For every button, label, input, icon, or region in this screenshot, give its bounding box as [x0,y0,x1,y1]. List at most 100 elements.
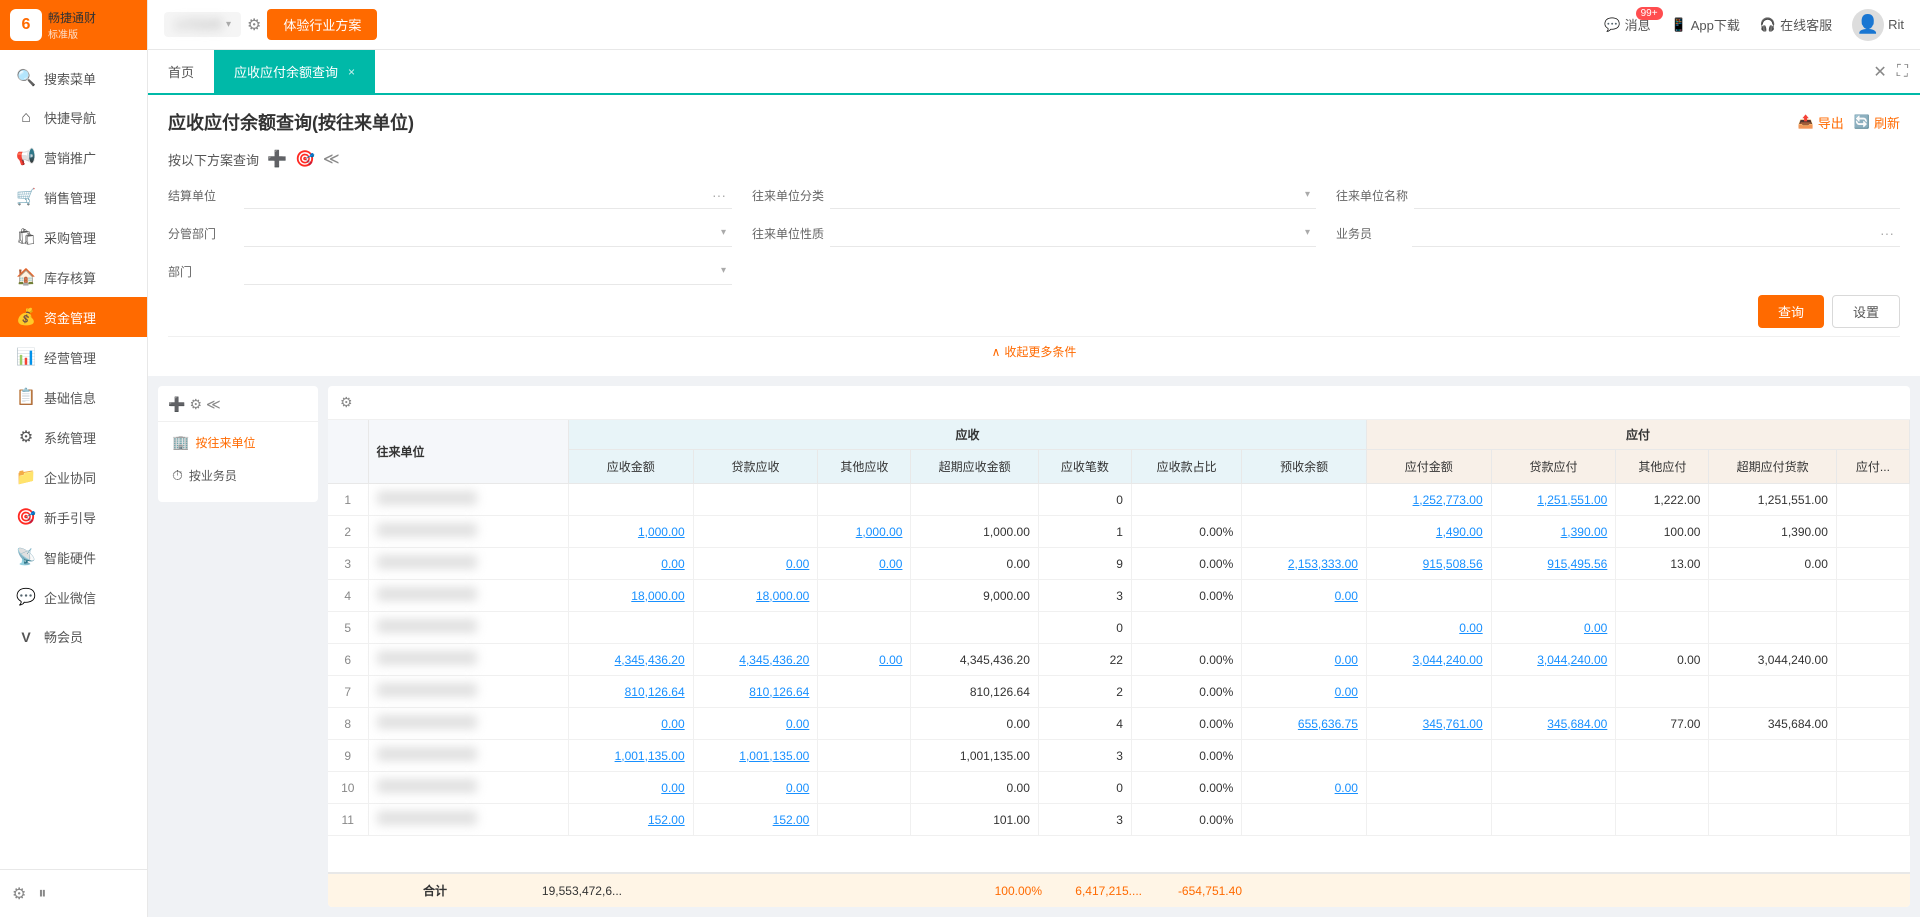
branch-dept-select[interactable]: ▾ [244,219,732,247]
notification-button[interactable]: 💬 消息 99+ [1604,15,1650,34]
promo-button[interactable]: 体验行业方案 [267,9,377,40]
query-button[interactable]: 查询 [1758,295,1824,328]
sidebar-item-finance[interactable]: 💰 资金管理 [0,297,147,337]
collapse-footer-icon[interactable]: ⏸ [38,885,46,903]
dots-icon: ··· [712,187,726,203]
sidebar-footer: ⚙ ⏸ [0,869,147,917]
partner-name-cell [368,644,568,676]
table-row: 100.000.000.0000.00%0.00 [328,772,1910,804]
gear-icon[interactable]: ⚙ [247,15,261,35]
filter-header: ➕ ⚙ ≪ [158,396,318,422]
th-ap-overdue: 超期应付货款 [1709,450,1836,484]
search-top-row: 按以下方案查询 ➕ 🎯 ≪ [168,149,1900,169]
sidebar-item-vip[interactable]: V 畅会员 [0,617,147,656]
enterprise-wx-icon: 💬 [16,587,36,607]
message-icon: 💬 [1604,17,1620,33]
sidebar-item-search-menu[interactable]: 🔍 搜索菜单 [0,58,147,98]
sidebar-item-operations[interactable]: 📊 经营管理 [0,337,147,377]
sidebar-item-enterprise[interactable]: 📁 企业协同 [0,457,147,497]
sidebar-item-system[interactable]: ⚙ 系统管理 [0,417,147,457]
table-scroll-container[interactable]: 往来单位 应收 应付 应收金额 贷 [328,420,1910,872]
company-name-text: 公司名称 [174,16,222,33]
target-scheme-icon[interactable]: 🎯 [295,149,315,169]
top-header: 公司名称 ▾ ⚙ 体验行业方案 💬 消息 99+ 📱 App下载 🎧 在线客服 … [148,0,1920,50]
inventory-icon: 🏠 [16,267,36,287]
table-row: 21,000.001,000.001,000.0010.00%1,490.001… [328,516,1910,548]
filter-item-by-salesperson[interactable]: ⏱ 按业务员 [158,459,318,492]
department-select[interactable]: ▾ [244,257,732,285]
filter-by-salesperson-label: 按业务员 [189,467,237,484]
collapse-more-btn[interactable]: ∧ 收起更多条件 [168,336,1900,366]
salesperson-input[interactable]: ··· [1412,219,1900,247]
th-ar-amount: 应收金额 [568,450,693,484]
table-row: 7810,126.64810,126.64810,126.6420.00%0.0… [328,676,1910,708]
sidebar-item-inventory[interactable]: 🏠 库存核算 [0,257,147,297]
tab-home[interactable]: 首页 [148,50,214,93]
tab-close-icon[interactable]: × [348,65,355,79]
header-nav-company[interactable]: 公司名称 ▾ [164,12,241,37]
partner-name-cell [368,740,568,772]
sidebar-menu: 🔍 搜索菜单 ⌂ 快捷导航 📢 营销推广 🛒 销售管理 🛍 采购管理 🏠 库存核… [0,50,147,869]
th-ar-group: 应收 [568,420,1366,450]
table-footer: 合计 19,553,472,6... 100.00% 6,417,215....… [328,872,1910,907]
settings-button[interactable]: 设置 [1832,295,1900,328]
table-row: 30.000.000.000.0090.00%2,153,333.00915,5… [328,548,1910,580]
th-ap-other: 其他应付 [1616,450,1709,484]
table-row: 101,252,773.001,251,551.001,222.001,251,… [328,484,1910,516]
sidebar-item-enterprise-wx[interactable]: 💬 企业微信 [0,577,147,617]
sales-icon: 🛒 [16,187,36,207]
settings-filter-icon[interactable]: ⚙ [189,396,202,413]
user-name: Rit [1888,17,1904,32]
sidebar-item-marketing[interactable]: 📢 营销推广 [0,137,147,177]
partner-name-input[interactable] [1414,181,1900,209]
table-toolbar: ⚙ [328,386,1910,420]
partner-nature-select[interactable]: ▾ [830,219,1316,247]
header-actions: 💬 消息 99+ 📱 App下载 🎧 在线客服 👤 Rit [1604,9,1904,41]
sidebar-item-base-info[interactable]: 📋 基础信息 [0,377,147,417]
sidebar-logo: 6 畅捷通财 标准版 [0,0,147,50]
online-service-button[interactable]: 🎧 在线客服 [1760,15,1832,34]
salesperson-label: 业务员 [1336,225,1406,242]
left-arrow-icon[interactable]: ≪ [323,149,340,169]
add-filter-scheme-icon[interactable]: ➕ [168,396,185,413]
maximize-tab-icon[interactable]: ⛶ [1897,63,1908,81]
close-tab-icon[interactable]: ✕ [1873,62,1886,82]
footer-ar-count [910,884,970,898]
sidebar-item-sales[interactable]: 🛒 销售管理 [0,177,147,217]
filter-item-by-partner[interactable]: 🏢 按往来单位 [158,426,318,459]
sidebar-item-smart-hw[interactable]: 📡 智能硬件 [0,537,147,577]
dots-icon: ··· [1880,225,1894,241]
field-branch-dept: 分管部门 ▾ [168,219,732,247]
field-partner-category: 往来单位分类 ▾ [752,181,1316,209]
tab-ar-ap-query[interactable]: 应收应付余额查询 × [214,50,375,93]
partner-category-select[interactable]: ▾ [830,181,1316,209]
add-scheme-icon[interactable]: ➕ [267,149,287,169]
th-ar-overdue: 超期应收金额 [911,450,1038,484]
marketing-icon: 📢 [16,147,36,167]
table-row: 11152.00152.00101.0030.00% [328,804,1910,836]
sidebar-item-quick-nav[interactable]: ⌂ 快捷导航 [0,98,147,137]
settlement-unit-input[interactable]: ··· [244,181,732,209]
export-button[interactable]: 📤 导出 [1798,113,1844,132]
user-menu[interactable]: 👤 Rit [1852,9,1904,41]
logo-sub: 标准版 [48,26,96,41]
sidebar-item-guide[interactable]: 🎯 新手引导 [0,497,147,537]
service-icon: 🎧 [1760,17,1776,33]
sidebar-label-operations: 经营管理 [44,348,96,367]
sidebar-item-purchase[interactable]: 🛍 采购管理 [0,217,147,257]
tab-home-label: 首页 [168,62,194,81]
main-area: 首页 应收应付余额查询 × ✕ ⛶ 应收应付余额查询(按往来单位) 📤 导出 [148,50,1920,917]
app-download-button[interactable]: 📱 App下载 [1671,15,1740,34]
online-service-label: 在线客服 [1780,15,1832,34]
th-advance: 预收余额 [1242,450,1367,484]
th-ar-ratio: 应收款占比 [1131,450,1241,484]
export-icon: 📤 [1798,114,1814,130]
refresh-button[interactable]: 🔄 刷新 [1854,113,1900,132]
partner-nature-label: 往来单位性质 [752,225,824,242]
table-settings-icon[interactable]: ⚙ [340,394,353,411]
search-menu-icon: 🔍 [16,68,36,88]
settings-footer-icon[interactable]: ⚙ [12,884,26,904]
collapse-filter-icon[interactable]: ≪ [206,396,221,413]
table-row: 80.000.000.0040.00%655,636.75345,761.003… [328,708,1910,740]
tab-bar: 首页 应收应付余额查询 × ✕ ⛶ [148,50,1920,95]
